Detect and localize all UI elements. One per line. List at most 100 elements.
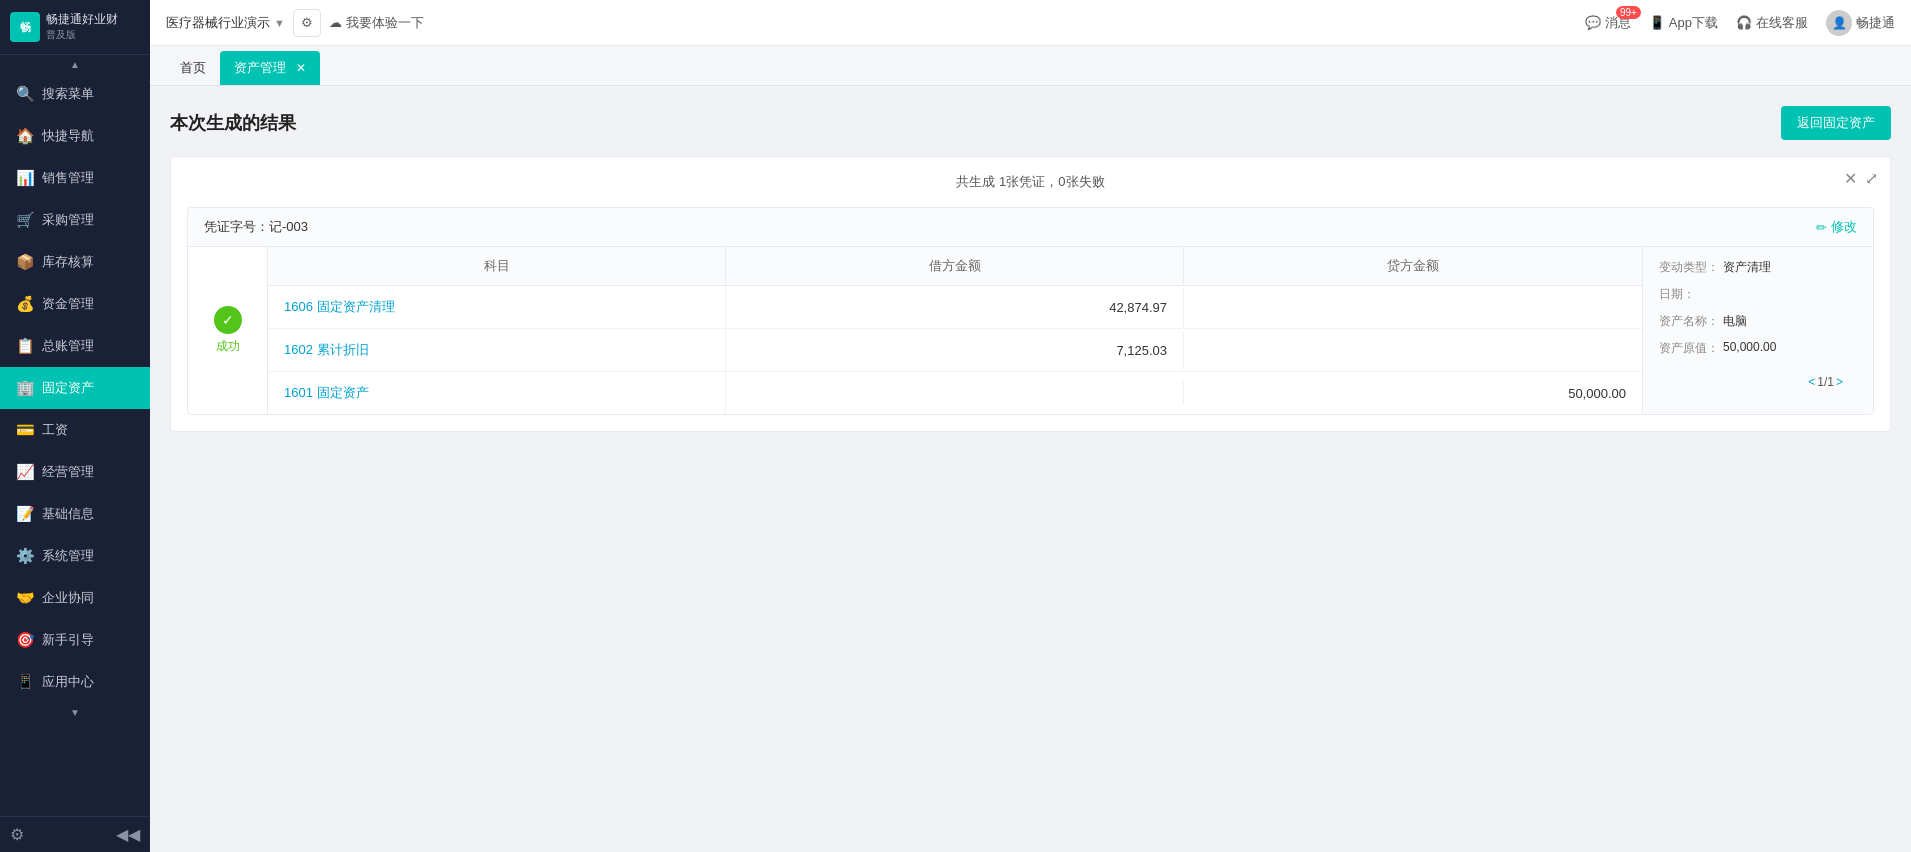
sidebar-item-label: 采购管理: [42, 211, 94, 229]
sidebar-item-inventory[interactable]: 📦 库存核算: [0, 241, 150, 283]
side-info-asset-name: 资产名称： 电脑: [1659, 313, 1857, 330]
sidebar-item-label: 资金管理: [42, 295, 94, 313]
side-info-change-type: 变动类型： 资产清理: [1659, 259, 1857, 276]
voucher-block: 凭证字号：记-003 ✏ 修改 ✓ 成功: [187, 207, 1874, 415]
success-indicator: ✓ 成功: [188, 247, 268, 414]
user-name: 畅捷通: [1856, 14, 1895, 32]
sidebar-item-guide[interactable]: 🎯 新手引导: [0, 619, 150, 661]
sidebar-item-operations[interactable]: 📈 经营管理: [0, 451, 150, 493]
message-badge: 99+: [1616, 6, 1641, 19]
home-icon: 🏠: [16, 127, 34, 145]
sidebar: 畅 畅捷通好业财 普及版 ▲ 🔍 搜索菜单 🏠 快捷导航 📊 销售管理 🛒 采购…: [0, 0, 150, 852]
customer-service-label: 在线客服: [1756, 14, 1808, 32]
settings-bottom-icon[interactable]: ⚙: [10, 825, 24, 844]
sidebar-item-search[interactable]: 🔍 搜索菜单: [0, 73, 150, 115]
sidebar-item-ledger[interactable]: 📋 总账管理: [0, 325, 150, 367]
change-type-value: 资产清理: [1723, 259, 1771, 276]
side-info-date: 日期：: [1659, 286, 1857, 303]
company-selector[interactable]: 医疗器械行业演示 ▼: [166, 14, 285, 32]
panel-expand-button[interactable]: ⤢: [1865, 169, 1878, 188]
tab-asset-mgmt[interactable]: 资产管理 ✕: [220, 51, 320, 85]
avatar-icon: 👤: [1832, 16, 1847, 30]
scroll-down-indicator: ▼: [0, 703, 150, 721]
gear-icon: ⚙: [301, 15, 313, 30]
pagination-prev[interactable]: <: [1808, 375, 1815, 389]
voucher-table: 科目 借方金额 贷方金额 1606 固定资产清理 42,874.97 1: [268, 247, 1643, 414]
change-type-label: 变动类型：: [1659, 259, 1723, 276]
topbar-feedback[interactable]: ☁ 我要体验一下: [329, 14, 424, 32]
topbar-settings-button[interactable]: ⚙: [293, 9, 321, 37]
sidebar-item-label: 企业协同: [42, 589, 94, 607]
sidebar-nav: ▲ 🔍 搜索菜单 🏠 快捷导航 📊 销售管理 🛒 采购管理 📦 库存核算 💰 资…: [0, 55, 150, 816]
table-row: 1601 固定资产 50,000.00: [268, 372, 1642, 414]
voucher-edit-button[interactable]: ✏ 修改: [1816, 218, 1857, 236]
customer-service-button[interactable]: 🎧 在线客服: [1736, 14, 1808, 32]
sidebar-item-label: 快捷导航: [42, 127, 94, 145]
sidebar-item-label: 经营管理: [42, 463, 94, 481]
cell-debit-2: [726, 381, 1184, 405]
asset-name-label: 资产名称：: [1659, 313, 1723, 330]
result-summary: 共生成 1张凭证，0张失败: [187, 173, 1874, 191]
col-credit: 贷方金额: [1184, 247, 1642, 285]
system-icon: ⚙️: [16, 547, 34, 565]
col-debit: 借方金额: [726, 247, 1184, 285]
panel-close-button[interactable]: ✕: [1844, 169, 1857, 188]
operations-icon: 📈: [16, 463, 34, 481]
side-info-original-value: 资产原值： 50,000.00: [1659, 340, 1857, 357]
pagination-next[interactable]: >: [1836, 375, 1843, 389]
topbar: 医疗器械行业演示 ▼ ⚙ ☁ 我要体验一下 💬 消息 99+ 📱 App下载: [150, 0, 1911, 46]
logo-icon: 畅: [10, 12, 40, 42]
app-download-label: App下载: [1669, 14, 1718, 32]
search-icon: 🔍: [16, 85, 34, 103]
cell-subject-0: 1606 固定资产清理: [268, 286, 726, 328]
cell-subject-2: 1601 固定资产: [268, 372, 726, 414]
table-row: 1606 固定资产清理 42,874.97: [268, 286, 1642, 329]
table-rows: 1606 固定资产清理 42,874.97 1602 累计折旧 7,125.03…: [268, 286, 1642, 414]
voucher-content: ✓ 成功 科目 借方金额 贷方金额 1606 固定资产清理: [188, 247, 1873, 414]
topbar-right: 💬 消息 99+ 📱 App下载 🎧 在线客服 👤 畅捷通: [1585, 10, 1895, 36]
voucher-header: 凭证字号：记-003 ✏ 修改: [188, 208, 1873, 247]
sidebar-item-label: 搜索菜单: [42, 85, 94, 103]
sidebar-item-label: 新手引导: [42, 631, 94, 649]
original-value-value: 50,000.00: [1723, 340, 1776, 354]
scroll-up-indicator: ▲: [0, 55, 150, 73]
cell-credit-2: 50,000.00: [1184, 374, 1642, 413]
message-button[interactable]: 💬 消息 99+: [1585, 14, 1631, 32]
sidebar-item-quick-nav[interactable]: 🏠 快捷导航: [0, 115, 150, 157]
sidebar-item-label: 工资: [42, 421, 68, 439]
sidebar-item-purchase[interactable]: 🛒 采购管理: [0, 199, 150, 241]
app-download-button[interactable]: 📱 App下载: [1649, 14, 1718, 32]
company-dropdown-icon: ▼: [274, 17, 285, 29]
sidebar-item-basic-info[interactable]: 📝 基础信息: [0, 493, 150, 535]
sidebar-item-fund[interactable]: 💰 资金管理: [0, 283, 150, 325]
pagination: < 1/1 >: [1659, 367, 1857, 397]
sidebar-item-app-center[interactable]: 📱 应用中心: [0, 661, 150, 703]
sales-icon: 📊: [16, 169, 34, 187]
tab-home-label: 首页: [180, 60, 206, 75]
tab-home[interactable]: 首页: [166, 51, 220, 85]
side-info-panel: 变动类型： 资产清理 日期： 资产名称： 电脑 资产原值：: [1643, 247, 1873, 414]
sidebar-item-enterprise[interactable]: 🤝 企业协同: [0, 577, 150, 619]
voucher-number: 凭证字号：记-003: [204, 218, 308, 236]
cell-subject-1: 1602 累计折旧: [268, 329, 726, 371]
topbar-left: 医疗器械行业演示 ▼ ⚙ ☁ 我要体验一下: [166, 9, 424, 37]
return-button[interactable]: 返回固定资产: [1781, 106, 1891, 140]
purchase-icon: 🛒: [16, 211, 34, 229]
success-check-icon: ✓: [214, 306, 242, 334]
sidebar-item-fixed-assets[interactable]: 🏢 固定资产: [0, 367, 150, 409]
logo-subtitle: 普及版: [46, 28, 118, 42]
fund-icon: 💰: [16, 295, 34, 313]
sidebar-item-label: 系统管理: [42, 547, 94, 565]
pagination-info: 1/1: [1817, 375, 1834, 389]
sidebar-item-payroll[interactable]: 💳 工资: [0, 409, 150, 451]
sidebar-item-sales[interactable]: 📊 销售管理: [0, 157, 150, 199]
app-center-icon: 📱: [16, 673, 34, 691]
tab-close-button[interactable]: ✕: [296, 61, 306, 75]
col-subject: 科目: [268, 247, 726, 285]
user-info[interactable]: 👤 畅捷通: [1826, 10, 1895, 36]
sidebar-item-system[interactable]: ⚙️ 系统管理: [0, 535, 150, 577]
logo-title: 畅捷通好业财: [46, 12, 118, 28]
table-header: 科目 借方金额 贷方金额: [268, 247, 1642, 286]
collapse-icon[interactable]: ◀◀: [116, 825, 140, 844]
sidebar-item-label: 固定资产: [42, 379, 94, 397]
